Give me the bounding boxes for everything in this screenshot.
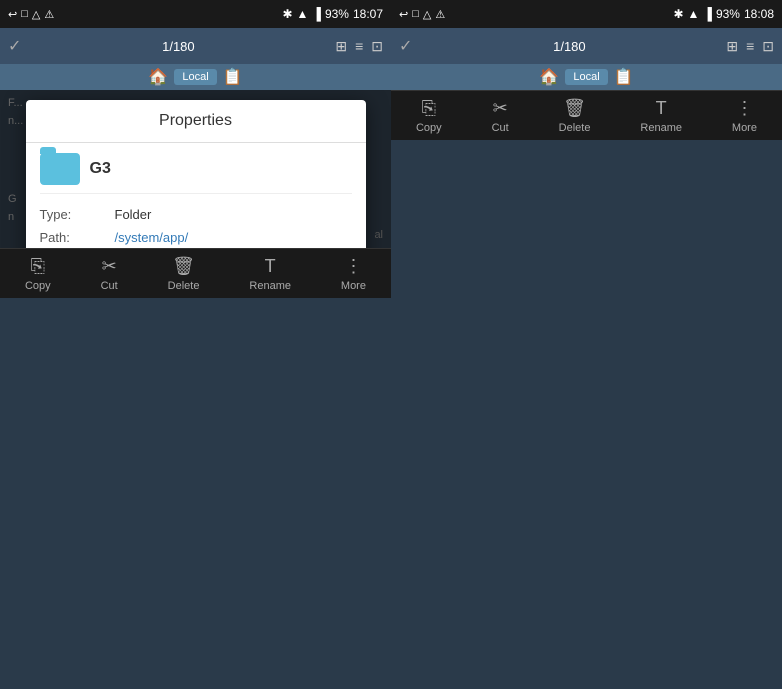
rename-label-left: Rename	[249, 280, 291, 292]
bluetooth-icon-right: ✱	[673, 7, 683, 21]
back-arrow-left[interactable]: ✓	[8, 36, 21, 56]
status-right-icons: ✱ ▲ ▐ 93% 18:07	[282, 7, 383, 21]
bottom-bar-left: ⎘ Copy ✂ Cut 🗑 Delete T Rename ⋮ More	[0, 248, 391, 298]
bottom-delete-left[interactable]: 🗑 Delete	[168, 256, 200, 292]
folder-name-left: G3	[90, 160, 111, 178]
delete-label-right: Delete	[559, 122, 591, 134]
bottom-delete-right[interactable]: 🗑 Delete	[559, 98, 591, 134]
cut-icon-right: ✂	[493, 98, 508, 119]
delete-icon-right: 🗑	[563, 98, 586, 119]
rename-icon-left: T	[265, 256, 276, 277]
copy-icon-left: ⎘	[31, 256, 45, 277]
path-value[interactable]: /system/app/	[115, 229, 189, 247]
bottom-more-left[interactable]: ⋮ More	[341, 256, 366, 292]
cut-label-left: Cut	[101, 280, 118, 292]
dialog-body-left: G3 Type: Folder Path: /system/app/ Cop	[26, 143, 366, 248]
more-label-left: More	[341, 280, 366, 292]
bluetooth-icon: ✱	[282, 7, 292, 21]
local-label-right[interactable]: Local	[565, 69, 607, 85]
status-bar-left: ↩ □ △ ⚠ ✱ ▲ ▐ 93% 18:07	[0, 0, 391, 28]
right-panel: ↩ □ △ ⚠ ✱ ▲ ▐ 93% 18:08 ✓ 1/180 ⊞ ≡ ⊡ 🏠 …	[391, 0, 782, 689]
nav-counter-right: 1/180	[418, 39, 720, 54]
back-arrow-right[interactable]: ✓	[399, 36, 412, 56]
square-icon-right: □	[412, 8, 419, 20]
nav-bar-right: ✓ 1/180 ⊞ ≡ ⊡	[391, 28, 782, 64]
folder-header-left: G3	[40, 153, 352, 194]
back-icon: ↩	[8, 8, 17, 21]
status-left-icons: ↩ □ △ ⚠	[8, 8, 54, 21]
bottom-copy-right[interactable]: ⎘ Copy	[416, 98, 442, 134]
sd-icon-left: 📋	[223, 67, 243, 87]
time-right: 18:08	[744, 7, 774, 21]
square-icon: □	[21, 8, 28, 20]
copy-label-left: Copy	[25, 280, 51, 292]
cut-icon-left: ✂	[102, 256, 117, 277]
cut-label-right: Cut	[492, 122, 509, 134]
more-label-right: More	[732, 122, 757, 134]
bottom-bar-right: ⎘ Copy ✂ Cut 🗑 Delete T Rename ⋮ More	[391, 90, 782, 140]
local-bar-right: 🏠 Local 📋	[391, 64, 782, 90]
battery-text: 93%	[325, 7, 349, 21]
triangle-icon: △	[32, 8, 40, 21]
wifi-icon: ▲	[297, 7, 309, 21]
path-label: Path:	[40, 229, 115, 247]
nav-icons-left: ⊞ ≡ ⊡	[335, 38, 383, 55]
grid-icon-right[interactable]: ⊞	[726, 38, 738, 55]
nav-counter-left: 1/180	[27, 39, 329, 54]
path-row: Path: /system/app/	[40, 229, 352, 247]
type-value: Folder	[115, 206, 152, 224]
more-icon-left: ⋮	[344, 256, 362, 277]
signal-icon-right: ▐	[703, 7, 712, 21]
type-label: Type:	[40, 206, 115, 224]
type-row: Type: Folder	[40, 206, 352, 224]
status-right-right-icons: ✱ ▲ ▐ 93% 18:08	[673, 7, 774, 21]
dialog-overlay-left: Properties G3 Type: Folder Path:	[0, 90, 391, 248]
left-panel: ↩ □ △ ⚠ ✱ ▲ ▐ 93% 18:07 ✓ 1/180 ⊞ ≡ ⊡ 🏠 …	[0, 0, 391, 689]
bottom-rename-left[interactable]: T Rename	[249, 256, 291, 292]
bottom-more-right[interactable]: ⋮ More	[732, 98, 757, 134]
delete-label-left: Delete	[168, 280, 200, 292]
sort-icon-right[interactable]: ≡	[746, 38, 754, 55]
rename-icon-right: T	[656, 98, 667, 119]
copy-icon-right: ⎘	[422, 98, 436, 119]
triangle-icon-right: △	[423, 8, 431, 21]
status-bar-right: ↩ □ △ ⚠ ✱ ▲ ▐ 93% 18:08	[391, 0, 782, 28]
local-bar-left: 🏠 Local 📋	[0, 64, 391, 90]
grid-icon[interactable]: ⊞	[335, 38, 347, 55]
back-icon-right: ↩	[399, 8, 408, 21]
home-icon-left: 🏠	[148, 67, 168, 87]
status-right-left-icons: ↩ □ △ ⚠	[399, 8, 445, 21]
bottom-cut-left[interactable]: ✂ Cut	[101, 256, 118, 292]
properties-dialog-left: Properties G3 Type: Folder Path:	[26, 100, 366, 248]
bottom-rename-right[interactable]: T Rename	[640, 98, 682, 134]
alert-icon: ⚠	[44, 8, 54, 21]
bookmark-icon-right[interactable]: ⊡	[762, 38, 774, 55]
file-bg-left: F... n... G n al Properties G3 Ty	[0, 90, 391, 248]
sort-icon[interactable]: ≡	[355, 38, 363, 55]
bottom-copy-left[interactable]: ⎘ Copy	[25, 256, 51, 292]
signal-icon: ▐	[312, 7, 321, 21]
battery-text-right: 93%	[716, 7, 740, 21]
home-icon-right: 🏠	[539, 67, 559, 87]
time-left: 18:07	[353, 7, 383, 21]
local-label-left[interactable]: Local	[174, 69, 216, 85]
nav-icons-right: ⊞ ≡ ⊡	[726, 38, 774, 55]
nav-bar-left: ✓ 1/180 ⊞ ≡ ⊡	[0, 28, 391, 64]
copy-label-right: Copy	[416, 122, 442, 134]
folder-icon-left	[40, 153, 80, 185]
bottom-cut-right[interactable]: ✂ Cut	[492, 98, 509, 134]
alert-icon-right: ⚠	[435, 8, 445, 21]
wifi-icon-right: ▲	[688, 7, 700, 21]
dialog-title-left: Properties	[26, 100, 366, 143]
sd-icon-right: 📋	[614, 67, 634, 87]
rename-label-right: Rename	[640, 122, 682, 134]
more-icon-right: ⋮	[735, 98, 753, 119]
bookmark-icon[interactable]: ⊡	[371, 38, 383, 55]
delete-icon-left: 🗑	[172, 256, 195, 277]
